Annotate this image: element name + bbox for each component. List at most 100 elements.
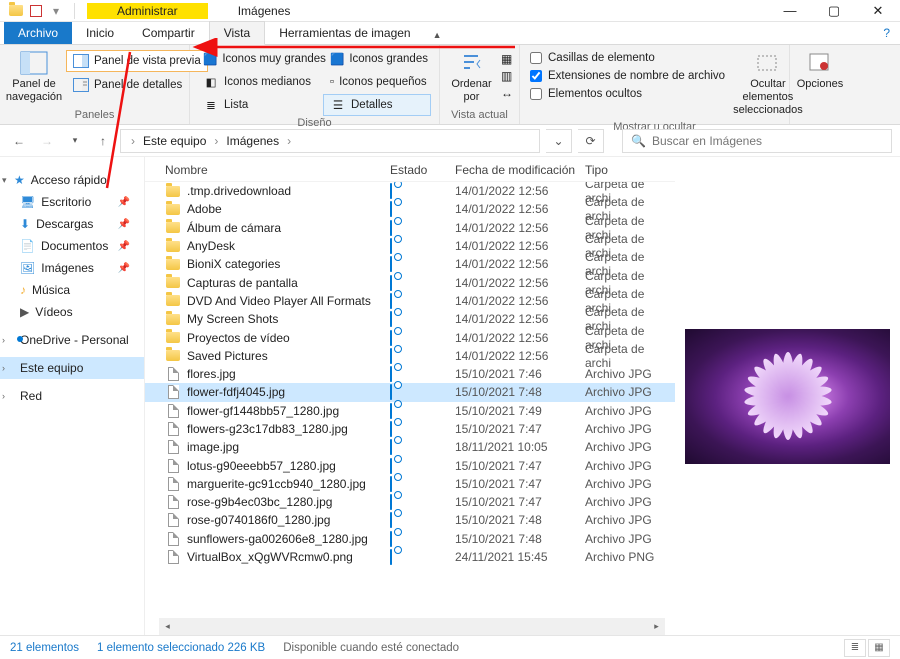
item-checkboxes-toggle[interactable]: Casillas de elemento xyxy=(526,50,729,66)
list-button[interactable]: ≣Lista xyxy=(196,94,321,116)
add-columns-icon[interactable]: ▥ xyxy=(501,69,513,83)
ribbon-collapse-button[interactable]: ▲ xyxy=(425,26,450,44)
lg-icons-button[interactable]: 🟦Iconos grandes xyxy=(323,48,431,70)
sm-icons-button[interactable]: ▫Iconos pequeños xyxy=(323,71,431,93)
file-row[interactable]: image.jpg18/11/2021 10:05Archivo JPG xyxy=(145,438,675,456)
file-row[interactable]: sunflowers-ga002606e8_1280.jpg15/10/2021… xyxy=(145,530,675,548)
preview-pane-label: Panel de vista previa xyxy=(94,55,201,67)
maximize-button[interactable]: ▢ xyxy=(812,0,856,22)
cloud-icon xyxy=(390,201,392,217)
column-headers[interactable]: Nombre Estado Fecha de modificación Tipo xyxy=(145,157,675,182)
nav-pane-label: Panel de navegación xyxy=(6,78,62,104)
horizontal-scrollbar[interactable]: ◂ ▸ xyxy=(159,618,665,635)
help-button[interactable]: ? xyxy=(873,22,900,44)
file-icon xyxy=(165,403,181,419)
crumb-este-equipo[interactable]: Este equipo xyxy=(139,134,210,148)
view-thumbnails-button[interactable]: ▦ xyxy=(868,639,890,657)
nav-music[interactable]: ♪Música xyxy=(0,279,144,301)
xl-icons-button[interactable]: 🟦Iconos muy grandes xyxy=(196,48,321,70)
file-state xyxy=(390,459,455,473)
sort-icon xyxy=(457,50,487,76)
nav-pictures[interactable]: 🖼Imágenes📌 xyxy=(0,257,144,279)
file-state xyxy=(390,422,455,436)
folder-icon xyxy=(165,311,181,327)
search-box[interactable]: 🔍 xyxy=(622,129,892,153)
nav-network[interactable]: ›Red xyxy=(0,385,144,407)
file-state xyxy=(390,184,455,198)
cloud-icon xyxy=(390,512,392,528)
file-name: flores.jpg xyxy=(187,367,390,381)
file-extensions-toggle[interactable]: Extensiones de nombre de archivo xyxy=(526,68,729,84)
scroll-right-button[interactable]: ▸ xyxy=(648,618,665,635)
file-state xyxy=(390,550,455,564)
col-state[interactable]: Estado xyxy=(390,163,455,177)
tab-archivo[interactable]: Archivo xyxy=(4,22,72,44)
tab-inicio[interactable]: Inicio xyxy=(72,22,128,44)
sort-by-button[interactable]: Ordenar por xyxy=(446,48,497,108)
breadcrumb[interactable]: › Este equipo › Imágenes › xyxy=(120,129,540,153)
file-row[interactable]: flower-gf1448bb57_1280.jpg15/10/2021 7:4… xyxy=(145,402,675,420)
forward-button[interactable]: → xyxy=(36,130,58,152)
minimize-button[interactable]: — xyxy=(768,0,812,22)
crumb-imagenes[interactable]: Imágenes xyxy=(222,134,283,148)
nav-videos[interactable]: ▶Vídeos xyxy=(0,301,144,323)
videos-icon: ▶ xyxy=(20,305,29,319)
tab-compartir[interactable]: Compartir xyxy=(128,22,209,44)
file-name: BioniX categories xyxy=(187,257,390,271)
file-icon xyxy=(165,421,181,437)
back-button[interactable]: ← xyxy=(8,130,30,152)
details-button[interactable]: ☰Detalles xyxy=(323,94,431,116)
nav-this-pc[interactable]: ›Este equipo xyxy=(0,357,144,379)
hidden-items-toggle[interactable]: Elementos ocultos xyxy=(526,86,729,102)
nav-quick-access[interactable]: ▾★Acceso rápido xyxy=(0,169,144,191)
up-button[interactable]: ↑ xyxy=(92,130,114,152)
file-row[interactable]: flores.jpg15/10/2021 7:46Archivo JPG xyxy=(145,365,675,383)
cloud-icon xyxy=(390,311,392,327)
file-icon xyxy=(165,512,181,528)
ribbon: Panel de navegación Panel de vista previ… xyxy=(0,45,900,125)
nav-pane-button[interactable]: Panel de navegación xyxy=(6,48,62,108)
file-row[interactable]: marguerite-gc91ccb940_1280.jpg15/10/2021… xyxy=(145,475,675,493)
recent-locations-button[interactable]: ▾ xyxy=(64,130,86,152)
close-button[interactable]: ✕ xyxy=(856,0,900,22)
nav-documents[interactable]: 📄Documentos📌 xyxy=(0,235,144,257)
file-date: 14/01/2022 12:56 xyxy=(455,184,585,198)
options-label: Opciones xyxy=(797,78,843,91)
md-icons-button[interactable]: ◧Iconos medianos xyxy=(196,71,321,93)
tab-vista[interactable]: Vista xyxy=(209,21,265,45)
file-row[interactable]: flower-fdfj4045.jpg15/10/2021 7:48Archiv… xyxy=(145,383,675,401)
file-row[interactable]: Saved Pictures14/01/2022 12:56Carpeta de… xyxy=(145,347,675,365)
col-name[interactable]: Nombre xyxy=(165,163,390,177)
file-row[interactable]: rose-g0740186f0_1280.jpg15/10/2021 7:48A… xyxy=(145,511,675,529)
details-pane-button[interactable]: Panel de detalles xyxy=(66,74,208,96)
preview-pane-button[interactable]: Panel de vista previa xyxy=(66,50,208,72)
col-type[interactable]: Tipo xyxy=(585,163,665,177)
file-name: sunflowers-ga002606e8_1280.jpg xyxy=(187,532,390,546)
file-row[interactable]: VirtualBox_xQgWVRcmw0.png24/11/2021 15:4… xyxy=(145,548,675,566)
file-date: 14/01/2022 12:56 xyxy=(455,221,585,235)
tab-herramientas-imagen[interactable]: Herramientas de imagen xyxy=(265,22,424,44)
view-details-button[interactable]: ≣ xyxy=(844,639,866,657)
refresh-button[interactable]: ⟳ xyxy=(578,129,604,153)
col-date[interactable]: Fecha de modificación xyxy=(455,163,585,177)
qat-dropdown-icon[interactable]: ▾ xyxy=(48,3,64,19)
size-columns-icon[interactable]: ↔ xyxy=(501,86,513,100)
nav-desktop[interactable]: 🖥Escritorio📌 xyxy=(0,191,144,213)
nav-onedrive[interactable]: ›OneDrive - Personal xyxy=(0,329,144,351)
search-input[interactable] xyxy=(652,134,883,148)
file-row[interactable]: flowers-g23c17db83_1280.jpg15/10/2021 7:… xyxy=(145,420,675,438)
lg-icons-icon: 🟦 xyxy=(330,51,344,67)
file-row[interactable]: rose-g9b4ec03bc_1280.jpg15/10/2021 7:47A… xyxy=(145,493,675,511)
file-row[interactable]: lotus-g90eeebb57_1280.jpg15/10/2021 7:47… xyxy=(145,456,675,474)
group-by-icon[interactable]: ▦ xyxy=(501,52,513,66)
hide-selected-icon xyxy=(753,50,783,76)
cloud-icon xyxy=(390,384,392,400)
address-dropdown-button[interactable]: ⌄ xyxy=(546,129,572,153)
options-button[interactable]: Opciones xyxy=(796,48,844,108)
file-state xyxy=(390,440,455,454)
cloud-icon xyxy=(390,403,392,419)
file-name: .tmp.drivedownload xyxy=(187,184,390,198)
qat-checkbox-icon[interactable] xyxy=(30,5,42,17)
nav-downloads[interactable]: ⬇Descargas📌 xyxy=(0,213,144,235)
scroll-left-button[interactable]: ◂ xyxy=(159,618,176,635)
